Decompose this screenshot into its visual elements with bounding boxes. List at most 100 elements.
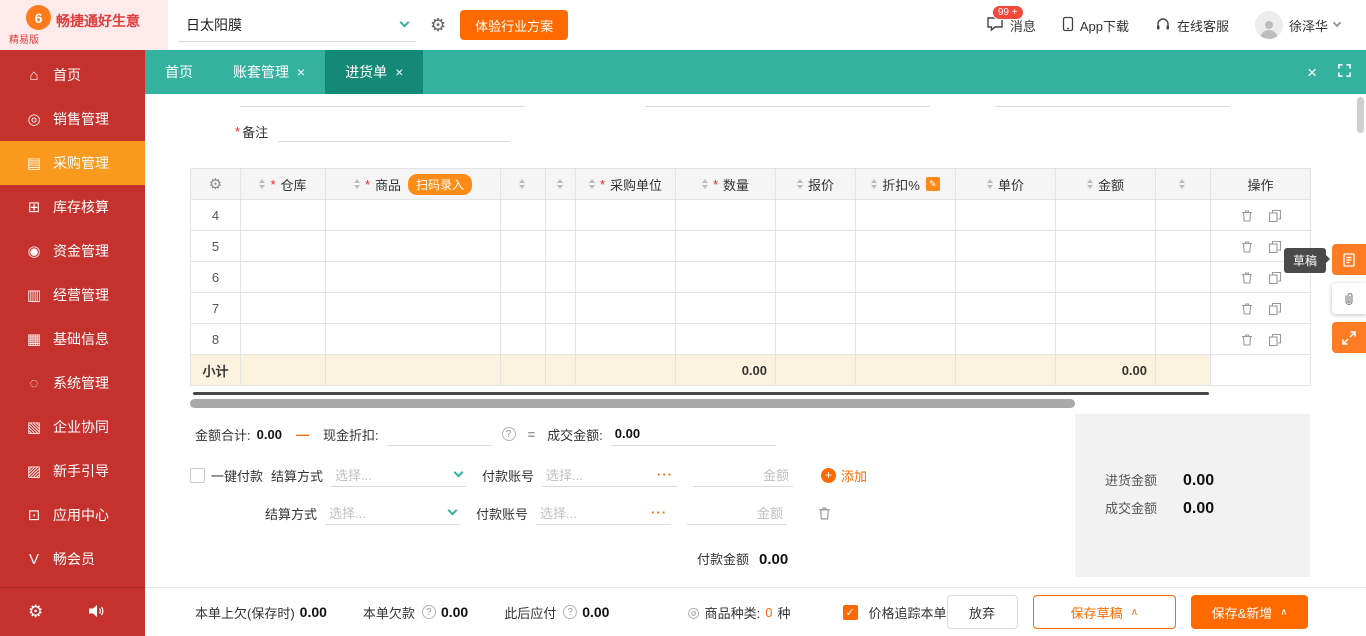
sort-icon[interactable] — [796, 179, 803, 189]
sidebar-item-funds[interactable]: ◉ 资金管理 — [0, 229, 145, 273]
edit-pencil-icon[interactable]: ✎ — [925, 177, 940, 191]
tab-purchase-order[interactable]: 进货单 × — [325, 50, 424, 94]
sort-icon[interactable] — [986, 179, 993, 189]
more-options-icon[interactable]: ··· — [651, 505, 667, 520]
pay-account-select[interactable]: 选择... ··· — [536, 501, 672, 525]
column-hidden[interactable] — [545, 168, 576, 200]
sidebar-item-sales[interactable]: ◎ 销售管理 — [0, 97, 145, 141]
column-quantity[interactable]: * 数量 — [675, 168, 776, 200]
copy-row-button[interactable] — [1268, 209, 1282, 223]
column-hidden[interactable] — [500, 168, 546, 200]
category-icon: ◎ — [687, 603, 700, 620]
messages-button[interactable]: 99 + 消息 — [986, 4, 1036, 35]
copy-row-button[interactable] — [1268, 240, 1282, 254]
one-click-pay-checkbox[interactable] — [190, 467, 205, 483]
column-hidden[interactable] — [1155, 168, 1211, 200]
pay-amount-input[interactable]: 金额 — [687, 501, 788, 525]
pay-amount-input[interactable]: 金额 — [693, 463, 794, 487]
close-icon[interactable]: × — [1307, 64, 1317, 81]
sort-icon[interactable] — [1086, 179, 1093, 189]
attachment-button[interactable] — [1332, 283, 1366, 314]
app-download-button[interactable]: App下载 — [1062, 16, 1129, 35]
user-menu[interactable]: 徐泽华 — [1254, 11, 1342, 39]
sort-icon[interactable] — [588, 179, 595, 189]
discard-button[interactable]: 放弃 — [946, 595, 1018, 629]
delete-row-button[interactable] — [1240, 302, 1254, 316]
column-product[interactable]: * 商品 扫码录入 — [325, 168, 501, 200]
copy-row-button[interactable] — [1268, 333, 1282, 347]
settle-method-select[interactable]: 选择... — [325, 501, 461, 525]
pay-account-select[interactable]: 选择... ··· — [542, 463, 678, 487]
chevron-down-icon — [447, 505, 458, 516]
tab-home[interactable]: 首页 — [145, 50, 213, 94]
sidebar-item-basic-info[interactable]: ▦ 基础信息 — [0, 317, 145, 361]
delete-row-button[interactable] — [1240, 271, 1254, 285]
horizontal-scrollbar[interactable] — [190, 399, 1075, 408]
sort-icon[interactable] — [259, 179, 266, 189]
sidebar-item-operation[interactable]: ▥ 经营管理 — [0, 273, 145, 317]
help-question-icon[interactable]: ? — [421, 605, 436, 619]
account-settings-gear-icon[interactable]: ⚙ — [430, 16, 446, 34]
more-options-icon[interactable]: ··· — [657, 467, 673, 482]
row-number: 8 — [190, 323, 241, 355]
sidebar-item-guide[interactable]: ▨ 新手引导 — [0, 449, 145, 493]
column-purchase-unit[interactable]: * 采购单位 — [575, 168, 676, 200]
sidebar-item-inventory[interactable]: ⊞ 库存核算 — [0, 185, 145, 229]
price-track-option[interactable]: ✓ 价格追踪本单 — [842, 603, 947, 622]
sidebar-item-system[interactable]: ◌ 系统管理 — [0, 361, 145, 405]
speaker-icon[interactable] — [87, 603, 105, 622]
sort-icon[interactable] — [701, 179, 708, 189]
sort-icon[interactable] — [519, 179, 525, 189]
remark-input[interactable] — [278, 120, 511, 142]
price-track-checkbox[interactable]: ✓ — [842, 604, 858, 620]
sidebar-item-collaboration[interactable]: ▧ 企业协同 — [0, 405, 145, 449]
add-payment-button[interactable]: + 添加 — [821, 466, 867, 485]
form-field-partial[interactable] — [995, 94, 1230, 107]
close-icon[interactable]: × — [395, 64, 403, 80]
column-warehouse[interactable]: * 仓库 — [240, 168, 326, 200]
scan-input-button[interactable]: 扫码录入 — [408, 173, 473, 195]
help-question-icon[interactable]: ? — [563, 605, 578, 619]
vertical-scrollbar[interactable] — [1357, 97, 1364, 133]
help-question-icon[interactable]: ? — [501, 427, 516, 441]
save-and-new-button[interactable]: 保存&新增 ∧ — [1191, 595, 1309, 629]
account-book-select[interactable]: 日太阳膜 — [178, 8, 416, 42]
sidebar-item-purchase[interactable]: ▤ 采购管理 — [0, 141, 145, 185]
form-field-partial[interactable] — [240, 94, 525, 107]
form-field-partial[interactable] — [645, 94, 930, 107]
settle-method-label: 结算方式 — [265, 506, 318, 522]
online-service-button[interactable]: 在线客服 — [1155, 16, 1229, 35]
payment-amount-row: 付款金额 0.00 — [697, 549, 788, 568]
delete-payment-button[interactable] — [817, 506, 832, 521]
settle-method-select[interactable]: 选择... — [331, 463, 467, 487]
tab-account-books[interactable]: 账套管理 × — [213, 50, 325, 94]
delete-row-button[interactable] — [1240, 209, 1254, 223]
column-settings-gear-icon[interactable]: ⚙ — [209, 175, 222, 193]
industry-solution-button[interactable]: 体验行业方案 — [460, 10, 569, 40]
app-window: 6 畅捷通好生意 精易版 日太阳膜 ⚙ 体验行业方案 99 + 消息 App下载 — [0, 0, 1366, 636]
sidebar-item-member[interactable]: V 畅会员 — [0, 537, 145, 581]
delete-row-button[interactable] — [1240, 333, 1254, 347]
sort-icon[interactable] — [871, 179, 878, 189]
copy-row-button[interactable] — [1268, 302, 1282, 316]
save-draft-button[interactable]: 保存草稿 ∧ — [1032, 595, 1177, 629]
brand-logo[interactable]: 6 畅捷通好生意 精易版 — [0, 0, 168, 50]
column-discount[interactable]: 折扣% ✎ — [855, 168, 956, 200]
settings-gear-icon[interactable]: ⚙ — [28, 602, 43, 622]
deal-amount-input[interactable]: 0.00 — [610, 422, 776, 446]
column-unit-price[interactable]: 单价 — [955, 168, 1056, 200]
expand-button[interactable] — [1332, 322, 1366, 353]
column-quote[interactable]: 报价 — [775, 168, 856, 200]
sort-icon[interactable] — [353, 179, 360, 189]
fullscreen-icon[interactable] — [1337, 63, 1352, 81]
delete-row-button[interactable] — [1240, 240, 1254, 254]
sidebar-item-home[interactable]: ⌂ 首页 — [0, 53, 145, 97]
draft-button[interactable] — [1332, 244, 1366, 275]
close-icon[interactable]: × — [297, 64, 305, 80]
copy-row-button[interactable] — [1268, 271, 1282, 285]
sort-icon[interactable] — [556, 179, 563, 189]
cash-discount-input[interactable] — [386, 422, 492, 446]
sidebar-item-app-center[interactable]: ⊡ 应用中心 — [0, 493, 145, 537]
sort-icon[interactable] — [1179, 179, 1185, 189]
column-amount[interactable]: 金额 — [1055, 168, 1156, 200]
